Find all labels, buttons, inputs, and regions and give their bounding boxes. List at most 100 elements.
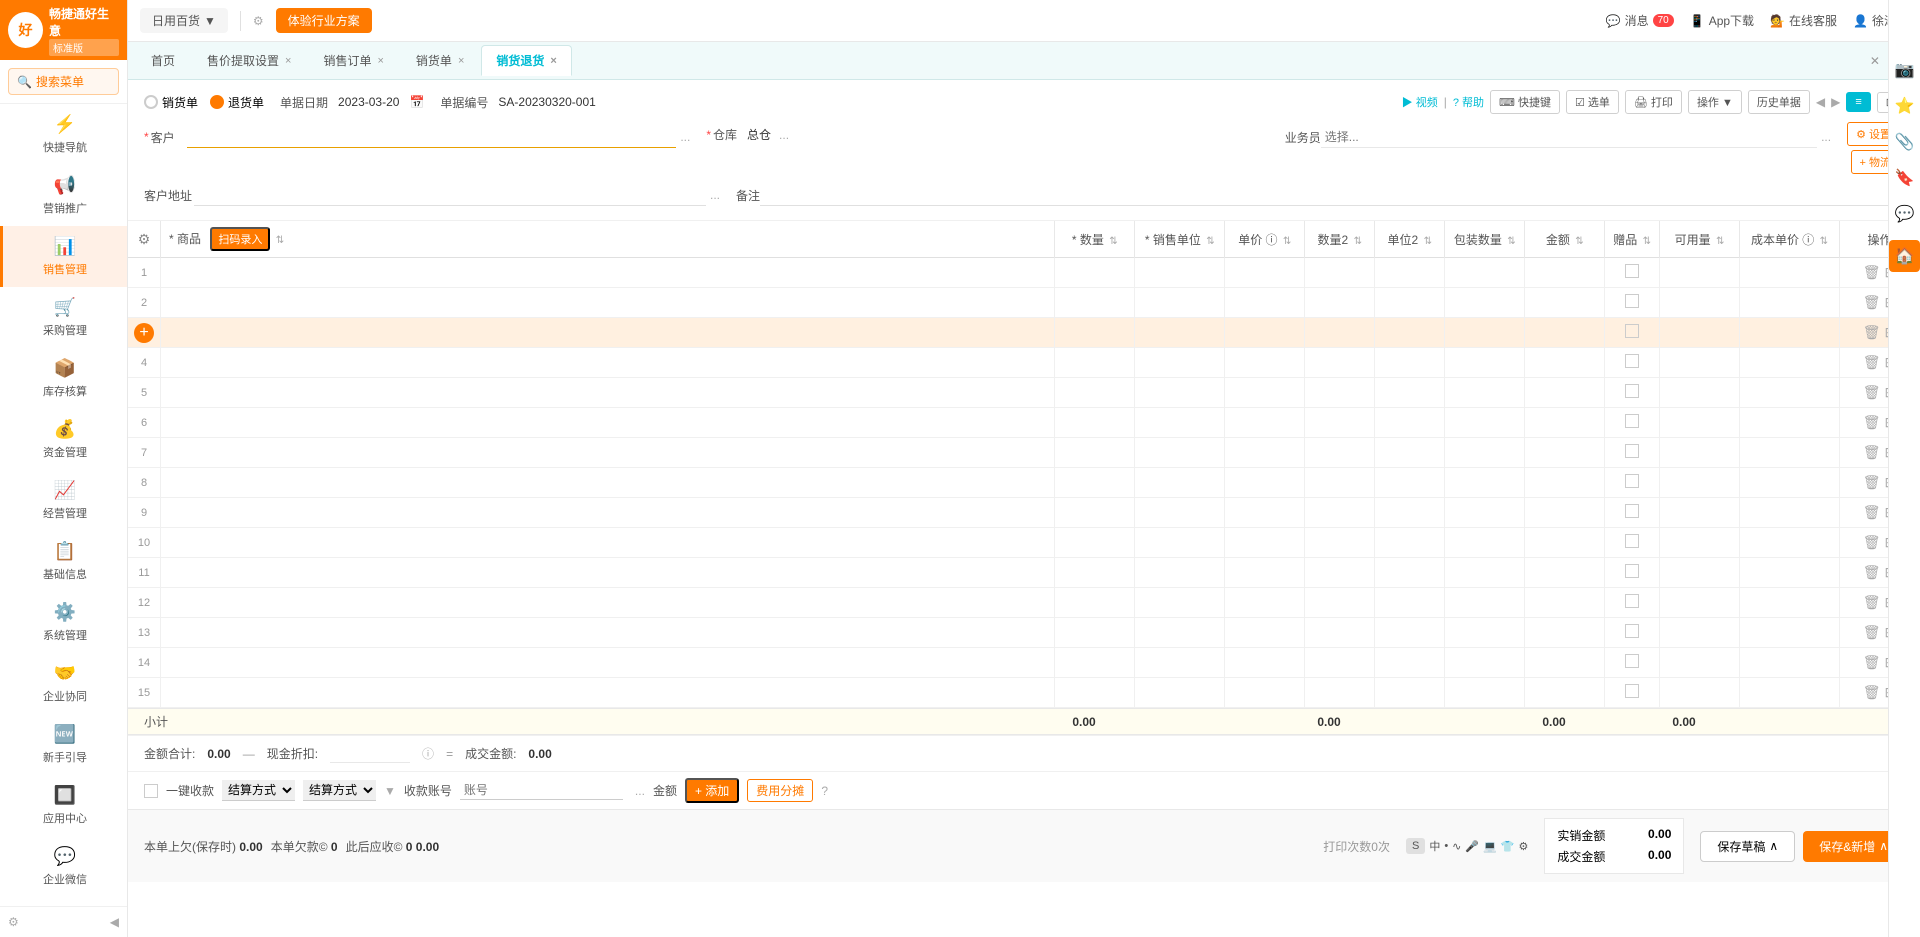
- cell-6[interactable]: [1525, 588, 1605, 618]
- cell-4[interactable]: [1375, 378, 1445, 408]
- gift-cell[interactable]: [1605, 318, 1660, 348]
- right-panel-icon-5[interactable]: 💬: [1895, 204, 1915, 224]
- cost-cell[interactable]: [1740, 498, 1840, 528]
- save-draft-btn[interactable]: 保存草稿 ∧: [1700, 831, 1795, 862]
- cell-4[interactable]: [1375, 258, 1445, 288]
- cell-6[interactable]: [1525, 348, 1605, 378]
- select-btn[interactable]: ☑ 选单: [1566, 90, 1619, 114]
- print-btn[interactable]: 🖨 打印: [1625, 90, 1682, 114]
- cell-3[interactable]: [1305, 378, 1375, 408]
- cost-cell[interactable]: [1740, 588, 1840, 618]
- help-link[interactable]: ? 帮助: [1453, 94, 1484, 110]
- cell-4[interactable]: [1375, 438, 1445, 468]
- right-panel-icon-3[interactable]: 📎: [1895, 132, 1915, 152]
- cell-1[interactable]: [1135, 378, 1225, 408]
- gift-checkbox[interactable]: [1625, 474, 1639, 488]
- cell-2[interactable]: [1225, 498, 1305, 528]
- sidebar-item-guide[interactable]: 🆕 新手引导: [0, 714, 127, 775]
- gift-checkbox[interactable]: [1625, 414, 1639, 428]
- delete-icon[interactable]: 🗑: [1863, 384, 1881, 401]
- cell-6[interactable]: [1525, 468, 1605, 498]
- cell-3[interactable]: [1305, 258, 1375, 288]
- product-cell[interactable]: [161, 558, 1055, 588]
- right-panel-icon-2[interactable]: ⭐: [1895, 96, 1915, 116]
- product-cell[interactable]: [161, 408, 1055, 438]
- cell-2[interactable]: [1225, 528, 1305, 558]
- cell-5[interactable]: [1445, 618, 1525, 648]
- shortcut-btn[interactable]: ⌨ 快捷键: [1490, 90, 1560, 114]
- product-cell[interactable]: [161, 498, 1055, 528]
- sidebar-collapse-icon[interactable]: ◀: [110, 915, 119, 929]
- cost-cell[interactable]: [1740, 618, 1840, 648]
- gift-checkbox[interactable]: [1625, 294, 1639, 308]
- cell-0[interactable]: [1055, 378, 1135, 408]
- delete-icon[interactable]: 🗑: [1863, 594, 1881, 611]
- cell-3[interactable]: [1305, 408, 1375, 438]
- sidebar-item-inventory[interactable]: 📦 库存核算: [0, 348, 127, 409]
- gift-cell[interactable]: [1605, 648, 1660, 678]
- topbar-daily-goods[interactable]: 日用百货 ▼: [140, 8, 228, 33]
- sidebar-item-cooperation[interactable]: 🤝 企业协同: [0, 653, 127, 714]
- cell-6[interactable]: [1525, 288, 1605, 318]
- tab-close-sales-delivery[interactable]: ×: [458, 55, 464, 67]
- gift-checkbox[interactable]: [1625, 384, 1639, 398]
- available-cell[interactable]: [1660, 438, 1740, 468]
- cell-6[interactable]: [1525, 318, 1605, 348]
- cell-1[interactable]: [1135, 288, 1225, 318]
- gift-checkbox[interactable]: [1625, 504, 1639, 518]
- cell-6[interactable]: [1525, 438, 1605, 468]
- cell-4[interactable]: [1375, 468, 1445, 498]
- salesperson-dots[interactable]: ...: [1821, 130, 1831, 144]
- gift-cell[interactable]: [1605, 588, 1660, 618]
- product-cell[interactable]: [161, 678, 1055, 708]
- gift-cell[interactable]: [1605, 258, 1660, 288]
- scan-btn[interactable]: 扫码录入: [210, 227, 270, 251]
- cell-6[interactable]: [1525, 558, 1605, 588]
- cell-1[interactable]: [1135, 468, 1225, 498]
- calc-method-select[interactable]: 结算方式: [303, 780, 376, 801]
- cell-2[interactable]: [1225, 438, 1305, 468]
- cell-4[interactable]: [1375, 678, 1445, 708]
- th-gear[interactable]: ⚙: [128, 221, 161, 258]
- delete-icon[interactable]: 🗑: [1863, 414, 1881, 431]
- cell-5[interactable]: [1445, 258, 1525, 288]
- add-row-btn[interactable]: +: [134, 323, 154, 343]
- note-input[interactable]: [760, 184, 1888, 206]
- tab-sales-return[interactable]: 销货退货 ×: [481, 45, 571, 76]
- gift-checkbox[interactable]: [1625, 654, 1639, 668]
- cell-0[interactable]: [1055, 498, 1135, 528]
- cell-6[interactable]: [1525, 378, 1605, 408]
- salesperson-input[interactable]: [1321, 126, 1817, 148]
- cell-3[interactable]: [1305, 528, 1375, 558]
- gift-cell[interactable]: [1605, 468, 1660, 498]
- available-cell[interactable]: [1660, 378, 1740, 408]
- cell-1[interactable]: [1135, 588, 1225, 618]
- method-select[interactable]: 结算方式: [222, 780, 295, 801]
- cell-1[interactable]: [1135, 258, 1225, 288]
- gift-checkbox[interactable]: [1625, 264, 1639, 278]
- cell-5[interactable]: [1445, 408, 1525, 438]
- view-list-btn[interactable]: ≡: [1846, 92, 1870, 112]
- tab-home[interactable]: 首页: [136, 45, 190, 76]
- cell-5[interactable]: [1445, 348, 1525, 378]
- sidebar-item-basics[interactable]: 📋 基础信息: [0, 531, 127, 592]
- cell-4[interactable]: [1375, 618, 1445, 648]
- product-cell[interactable]: [161, 648, 1055, 678]
- cost-cell[interactable]: [1740, 528, 1840, 558]
- right-panel-icon-4[interactable]: 🔖: [1895, 168, 1915, 188]
- account-input[interactable]: [460, 781, 623, 800]
- product-cell[interactable]: [161, 468, 1055, 498]
- product-cell[interactable]: [161, 528, 1055, 558]
- cell-3[interactable]: [1305, 468, 1375, 498]
- sidebar-item-shortcut[interactable]: ⚡ 快捷导航: [0, 104, 127, 165]
- cell-1[interactable]: [1135, 498, 1225, 528]
- available-cell[interactable]: [1660, 318, 1740, 348]
- calendar-icon[interactable]: 📅: [409, 95, 424, 109]
- radio-return[interactable]: 退货单: [210, 94, 264, 111]
- customer-dots[interactable]: ...: [680, 130, 690, 144]
- available-cell[interactable]: [1660, 348, 1740, 378]
- right-panel-icon-1[interactable]: 📷: [1895, 60, 1915, 80]
- delete-icon[interactable]: 🗑: [1863, 504, 1881, 521]
- account-dots[interactable]: ...: [635, 784, 645, 798]
- delete-icon[interactable]: 🗑: [1863, 684, 1881, 701]
